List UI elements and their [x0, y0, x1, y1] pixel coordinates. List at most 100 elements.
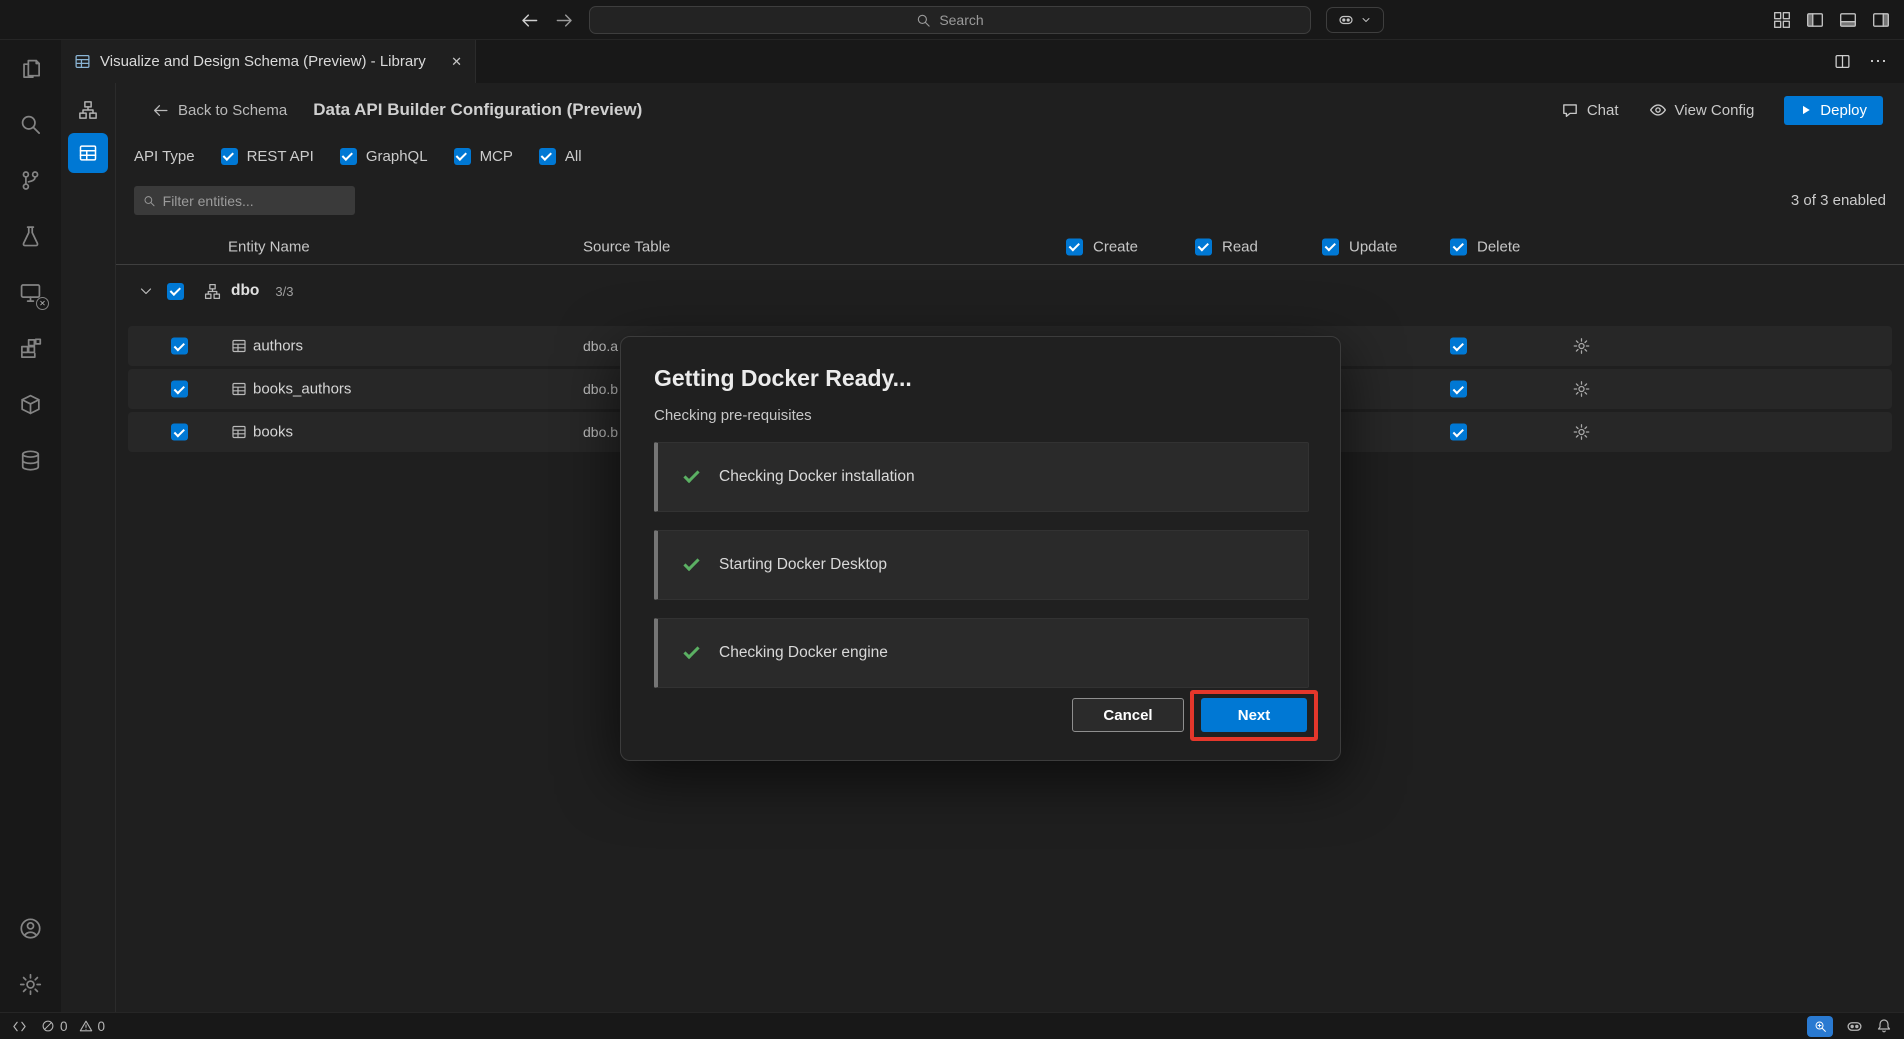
database-icon[interactable] [0, 432, 61, 488]
step-docker-engine: Checking Docker engine [654, 618, 1309, 688]
copilot-status-icon[interactable] [1846, 1018, 1863, 1035]
read-all-checkbox[interactable] [1195, 238, 1212, 255]
status-bar: 0 0 [0, 1012, 1904, 1039]
update-label: Update [1349, 238, 1397, 255]
enabled-summary: 3 of 3 enabled [1791, 186, 1886, 215]
layout-controls [1773, 0, 1890, 40]
filter-entities-field[interactable] [134, 186, 355, 215]
more-actions-icon[interactable]: ⋯ [1869, 51, 1888, 72]
back-arrow-icon[interactable] [520, 11, 539, 30]
row-checkbox[interactable] [171, 424, 188, 441]
source-control-icon[interactable] [0, 152, 61, 208]
filter-entities-input[interactable] [163, 193, 346, 209]
tab-close-icon[interactable]: ✕ [451, 54, 462, 70]
delete-all-checkbox[interactable] [1450, 238, 1467, 255]
update-all-checkbox[interactable] [1322, 238, 1339, 255]
delete-checkbox[interactable] [1450, 424, 1467, 441]
vscode-window: Search Visualize and De [0, 0, 1904, 1039]
step-label: Checking Docker engine [719, 644, 888, 662]
toggle-panel-icon[interactable] [1839, 11, 1857, 29]
extensions-icon[interactable] [0, 320, 61, 376]
toggle-sidebar-left-icon[interactable] [1806, 11, 1824, 29]
back-label: Back to Schema [178, 102, 287, 119]
api-type-row: API Type REST API GraphQL MCP All [116, 137, 1904, 175]
container-icon[interactable] [0, 376, 61, 432]
checkbox-mcp[interactable]: MCP [454, 148, 513, 165]
all-label: All [565, 148, 582, 165]
row-settings-gear-icon[interactable] [1573, 381, 1590, 398]
next-button[interactable]: Next [1201, 698, 1307, 732]
back-to-schema-link[interactable]: Back to Schema [152, 102, 287, 119]
play-icon [1800, 104, 1812, 116]
view-switcher [61, 83, 116, 1012]
checkbox-rest-api[interactable]: REST API [221, 148, 314, 165]
row-checkbox[interactable] [171, 338, 188, 355]
row-checkbox[interactable] [171, 381, 188, 398]
warning-icon [79, 1019, 93, 1033]
chevron-down-icon [1360, 14, 1372, 26]
checkbox-all[interactable]: All [539, 148, 582, 165]
page-title: Data API Builder Configuration (Preview) [313, 100, 642, 120]
copilot-session-button[interactable] [1326, 7, 1384, 33]
checkbox-graphql[interactable]: GraphQL [340, 148, 428, 165]
rest-api-checkbox[interactable] [221, 148, 238, 165]
back-icon [152, 102, 169, 119]
deploy-label: Deploy [1820, 102, 1867, 119]
dialog-buttons: Cancel Next [1072, 698, 1307, 732]
schema-designer-tab-icon [74, 53, 91, 70]
row-settings-gear-icon[interactable] [1573, 424, 1590, 441]
delete-checkbox[interactable] [1450, 381, 1467, 398]
chat-button[interactable]: Chat [1561, 101, 1619, 119]
notifications-bell-icon[interactable] [1876, 1018, 1892, 1034]
activity-bar: ✕ [0, 40, 61, 1012]
schema-designer-view-icon[interactable] [68, 91, 108, 129]
run-debug-icon[interactable] [0, 208, 61, 264]
cancel-button[interactable]: Cancel [1072, 698, 1184, 732]
entity-source: dbo.b [583, 424, 618, 440]
group-checkbox[interactable] [167, 283, 184, 300]
entity-name: authors [253, 338, 303, 355]
toggle-sidebar-right-icon[interactable] [1872, 11, 1890, 29]
create-all-checkbox[interactable] [1066, 238, 1083, 255]
delete-label: Delete [1477, 238, 1520, 255]
col-create: Create [1066, 238, 1138, 255]
copilot-icon [1338, 12, 1354, 28]
problems-indicator[interactable]: 0 0 [41, 1019, 111, 1034]
table-icon [231, 424, 247, 440]
schema-group-row[interactable]: dbo 3/3 [116, 271, 1904, 311]
row-settings-gear-icon[interactable] [1573, 338, 1590, 355]
deploy-button[interactable]: Deploy [1784, 96, 1883, 125]
table-header: Entity Name Source Table Create Read Upd… [116, 229, 1904, 265]
graphql-checkbox[interactable] [340, 148, 357, 165]
zoom-indicator[interactable] [1807, 1016, 1833, 1037]
remote-indicator-icon[interactable] [12, 1019, 27, 1034]
all-checkbox[interactable] [539, 148, 556, 165]
forward-arrow-icon[interactable] [555, 11, 574, 30]
view-config-button[interactable]: View Config [1649, 101, 1755, 119]
split-editor-icon[interactable] [1834, 53, 1851, 70]
read-label: Read [1222, 238, 1258, 255]
page-header: Back to Schema Data API Builder Configur… [116, 83, 1904, 137]
explorer-icon[interactable] [0, 40, 61, 96]
dab-config-view-icon[interactable] [68, 133, 108, 173]
warning-count: 0 [98, 1019, 106, 1034]
settings-gear-icon[interactable] [0, 956, 61, 1012]
error-count: 0 [60, 1019, 68, 1034]
col-update: Update [1322, 238, 1397, 255]
table-icon [231, 338, 247, 354]
entity-source: dbo.b [583, 381, 618, 397]
search-sidebar-icon[interactable] [0, 96, 61, 152]
status-right [1807, 1016, 1892, 1037]
entity-name: books [253, 424, 293, 441]
mcp-checkbox[interactable] [454, 148, 471, 165]
group-name: dbo [231, 282, 259, 300]
account-icon[interactable] [0, 900, 61, 956]
customize-layout-icon[interactable] [1773, 11, 1791, 29]
search-input[interactable]: Search [589, 6, 1311, 34]
remote-explorer-icon[interactable]: ✕ [0, 264, 61, 320]
create-label: Create [1093, 238, 1138, 255]
chevron-down-icon[interactable] [138, 283, 154, 299]
delete-checkbox[interactable] [1450, 338, 1467, 355]
tab-visualize-design-schema[interactable]: Visualize and Design Schema (Preview) - … [61, 40, 476, 83]
schema-icon [204, 283, 221, 300]
